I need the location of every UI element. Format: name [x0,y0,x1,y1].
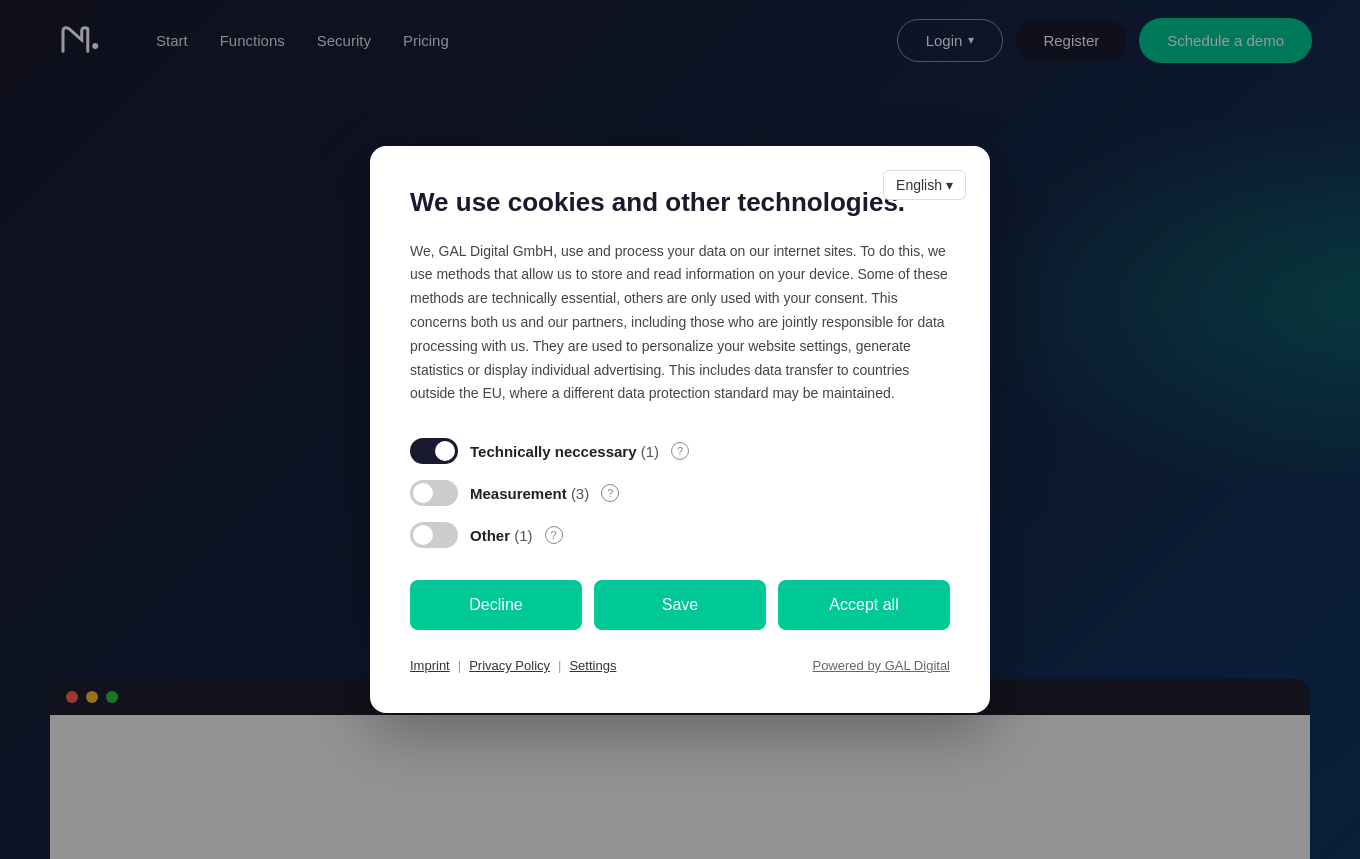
other-label: Other (1) [470,527,533,544]
technically-necessary-label: Technically neccessary (1) [470,443,659,460]
powered-by-link[interactable]: Powered by GAL Digital [812,658,950,673]
language-label: English [896,177,942,193]
measurement-toggle[interactable] [410,480,458,506]
footer-separator-2: | [558,658,561,673]
chevron-down-icon: ▾ [946,177,953,193]
modal-footer: Imprint | Privacy Policy | Settings Powe… [410,658,950,673]
language-selector[interactable]: English ▾ [883,170,966,200]
imprint-link[interactable]: Imprint [410,658,450,673]
modal-overlay: English ▾ We use cookies and other techn… [0,0,1360,859]
other-help-icon[interactable]: ? [545,526,563,544]
cookie-consent-modal: English ▾ We use cookies and other techn… [370,146,990,713]
consent-row-measurement: Measurement (3) ? [410,480,950,506]
toggle-slider-off-2 [410,522,458,548]
other-toggle[interactable] [410,522,458,548]
measurement-label: Measurement (3) [470,485,589,502]
technically-necessary-help-icon[interactable]: ? [671,442,689,460]
technically-necessary-toggle[interactable] [410,438,458,464]
consent-items: Technically neccessary (1) ? Measurement… [410,438,950,548]
modal-title: We use cookies and other technologies. [410,186,950,220]
consent-row-technically-necessary: Technically neccessary (1) ? [410,438,950,464]
measurement-help-icon[interactable]: ? [601,484,619,502]
privacy-policy-link[interactable]: Privacy Policy [469,658,550,673]
modal-body-text: We, GAL Digital GmbH, use and process yo… [410,240,950,407]
modal-actions: Decline Save Accept all [410,580,950,630]
consent-row-other: Other (1) ? [410,522,950,548]
toggle-slider-on [410,438,458,464]
toggle-slider-off [410,480,458,506]
accept-all-button[interactable]: Accept all [778,580,950,630]
modal-footer-links: Imprint | Privacy Policy | Settings [410,658,616,673]
decline-button[interactable]: Decline [410,580,582,630]
footer-separator-1: | [458,658,461,673]
settings-link[interactable]: Settings [569,658,616,673]
save-button[interactable]: Save [594,580,766,630]
